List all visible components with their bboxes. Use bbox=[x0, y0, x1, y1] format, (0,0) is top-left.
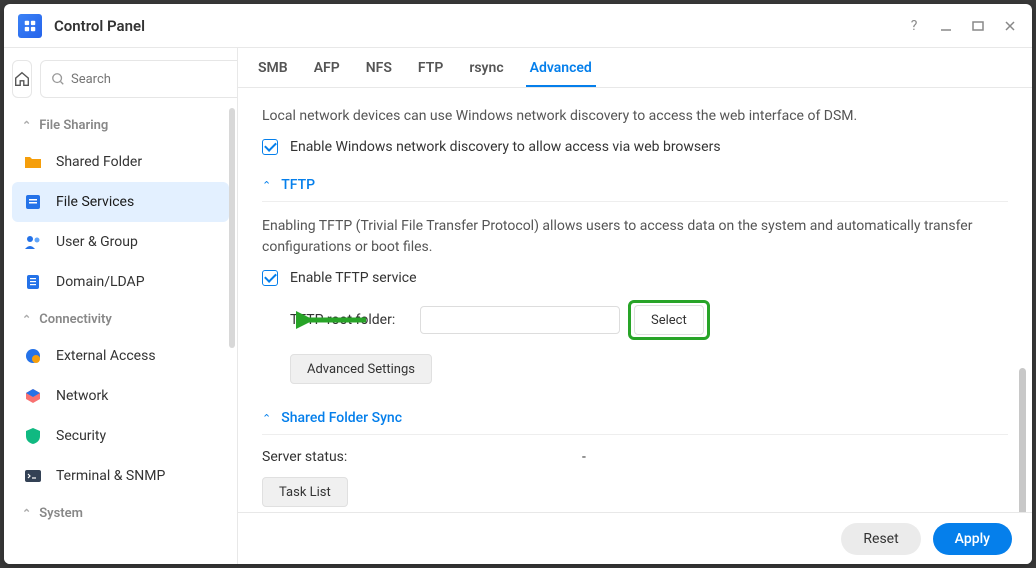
chevron-up-icon: ⌃ bbox=[262, 179, 271, 192]
window-title: Control Panel bbox=[54, 17, 906, 35]
footer: Reset Apply bbox=[238, 512, 1032, 564]
sidebar-item-shared-folder[interactable]: Shared Folder bbox=[12, 142, 229, 182]
group-header-system[interactable]: ⌃ System bbox=[12, 496, 229, 530]
sidebar-item-label: External Access bbox=[56, 348, 156, 364]
content-area: SMB AFP NFS FTP rsync Advanced Local net… bbox=[238, 48, 1032, 564]
server-status-value: - bbox=[582, 449, 586, 465]
tab-rsync[interactable]: rsync bbox=[469, 60, 503, 86]
sidebar-item-domain-ldap[interactable]: Domain/LDAP bbox=[12, 262, 229, 302]
sidebar-item-label: Security bbox=[56, 428, 106, 444]
server-status-row: Server status: - bbox=[262, 449, 1008, 465]
annotation-arrow-icon bbox=[296, 308, 376, 332]
tab-advanced[interactable]: Advanced bbox=[530, 60, 592, 86]
task-list-button[interactable]: Task List bbox=[262, 477, 348, 507]
reset-button[interactable]: Reset bbox=[841, 523, 920, 555]
apply-button[interactable]: Apply bbox=[933, 523, 1012, 555]
user-group-icon bbox=[22, 231, 44, 253]
sidebar-item-label: File Services bbox=[56, 194, 134, 210]
home-button[interactable] bbox=[12, 60, 32, 98]
sidebar-item-label: Domain/LDAP bbox=[56, 274, 145, 290]
tab-smb[interactable]: SMB bbox=[258, 60, 288, 86]
help-button[interactable]: ? bbox=[906, 18, 922, 34]
wsdiscovery-description: Local network devices can use Windows ne… bbox=[262, 106, 1008, 127]
advanced-settings-button[interactable]: Advanced Settings bbox=[290, 354, 432, 384]
checkbox-checked-icon[interactable] bbox=[262, 270, 278, 286]
window-body: ⌃ File Sharing Shared Folder File Service… bbox=[4, 48, 1032, 564]
checkbox-checked-icon[interactable] bbox=[262, 139, 278, 155]
domain-icon bbox=[22, 271, 44, 293]
sidebar-item-label: Network bbox=[56, 388, 108, 404]
tabs: SMB AFP NFS FTP rsync Advanced bbox=[238, 48, 1032, 88]
terminal-icon bbox=[22, 465, 44, 487]
chevron-up-icon: ⌃ bbox=[22, 313, 31, 326]
group-header-connectivity[interactable]: ⌃ Connectivity bbox=[12, 302, 229, 336]
checkbox-label: Enable Windows network discovery to allo… bbox=[290, 139, 721, 155]
search-icon bbox=[51, 72, 65, 86]
file-services-icon bbox=[22, 191, 44, 213]
network-icon bbox=[22, 385, 44, 407]
sidebar-item-external-access[interactable]: External Access bbox=[12, 336, 229, 376]
wsdiscovery-checkbox-row[interactable]: Enable Windows network discovery to allo… bbox=[262, 139, 1008, 155]
tftp-root-row: TFTP root folder: Select bbox=[290, 300, 1008, 340]
minimize-button[interactable] bbox=[938, 18, 954, 34]
close-button[interactable] bbox=[1002, 18, 1018, 34]
section-tftp-header[interactable]: ⌃ TFTP bbox=[262, 165, 1008, 202]
titlebar: Control Panel ? bbox=[4, 4, 1032, 48]
group-header-file-sharing[interactable]: ⌃ File Sharing bbox=[12, 108, 229, 142]
chevron-up-icon: ⌃ bbox=[22, 119, 31, 132]
checkbox-label: Enable TFTP service bbox=[290, 270, 417, 286]
folder-icon bbox=[22, 151, 44, 173]
tftp-enable-row[interactable]: Enable TFTP service bbox=[262, 270, 1008, 286]
search-input[interactable] bbox=[71, 72, 237, 87]
sidebar: ⌃ File Sharing Shared Folder File Service… bbox=[4, 48, 238, 564]
group-label: File Sharing bbox=[39, 118, 108, 133]
group-label: Connectivity bbox=[39, 312, 112, 327]
maximize-button[interactable] bbox=[970, 18, 986, 34]
server-status-label: Server status: bbox=[262, 449, 582, 465]
tab-ftp[interactable]: FTP bbox=[418, 60, 443, 86]
chevron-up-icon: ⌃ bbox=[22, 507, 31, 520]
chevron-up-icon: ⌃ bbox=[262, 412, 271, 425]
content-scrollbar[interactable] bbox=[1019, 368, 1026, 512]
section-sfs-header[interactable]: ⌃ Shared Folder Sync bbox=[262, 398, 1008, 435]
sidebar-item-label: Terminal & SNMP bbox=[56, 468, 165, 484]
sidebar-item-user-group[interactable]: User & Group bbox=[12, 222, 229, 262]
control-panel-window: Control Panel ? ⌃ File Sharing Shared Fol… bbox=[4, 4, 1032, 564]
tab-afp[interactable]: AFP bbox=[314, 60, 340, 86]
sidebar-item-label: User & Group bbox=[56, 234, 138, 250]
sidebar-item-network[interactable]: Network bbox=[12, 376, 229, 416]
sidebar-item-security[interactable]: Security bbox=[12, 416, 229, 456]
sidebar-scrollbar[interactable] bbox=[229, 108, 235, 348]
search-box[interactable] bbox=[40, 60, 238, 98]
select-button[interactable]: Select bbox=[634, 305, 704, 335]
tftp-description: Enabling TFTP (Trivial File Transfer Pro… bbox=[262, 216, 1008, 258]
tftp-root-input[interactable] bbox=[420, 306, 620, 334]
home-icon bbox=[13, 70, 31, 88]
external-access-icon bbox=[22, 345, 44, 367]
annotation-highlight: Select bbox=[628, 300, 710, 340]
app-icon bbox=[18, 14, 42, 38]
sidebar-item-file-services[interactable]: File Services bbox=[12, 182, 229, 222]
main-content: Local network devices can use Windows ne… bbox=[238, 88, 1032, 512]
section-title: TFTP bbox=[281, 177, 315, 193]
sidebar-item-label: Shared Folder bbox=[56, 154, 142, 170]
window-controls: ? bbox=[906, 18, 1018, 34]
advanced-settings-row: Advanced Settings bbox=[290, 354, 1008, 384]
shield-icon bbox=[22, 425, 44, 447]
sidebar-item-terminal-snmp[interactable]: Terminal & SNMP bbox=[12, 456, 229, 496]
section-title: Shared Folder Sync bbox=[281, 410, 402, 426]
group-label: System bbox=[39, 506, 83, 521]
tab-nfs[interactable]: NFS bbox=[366, 60, 392, 86]
